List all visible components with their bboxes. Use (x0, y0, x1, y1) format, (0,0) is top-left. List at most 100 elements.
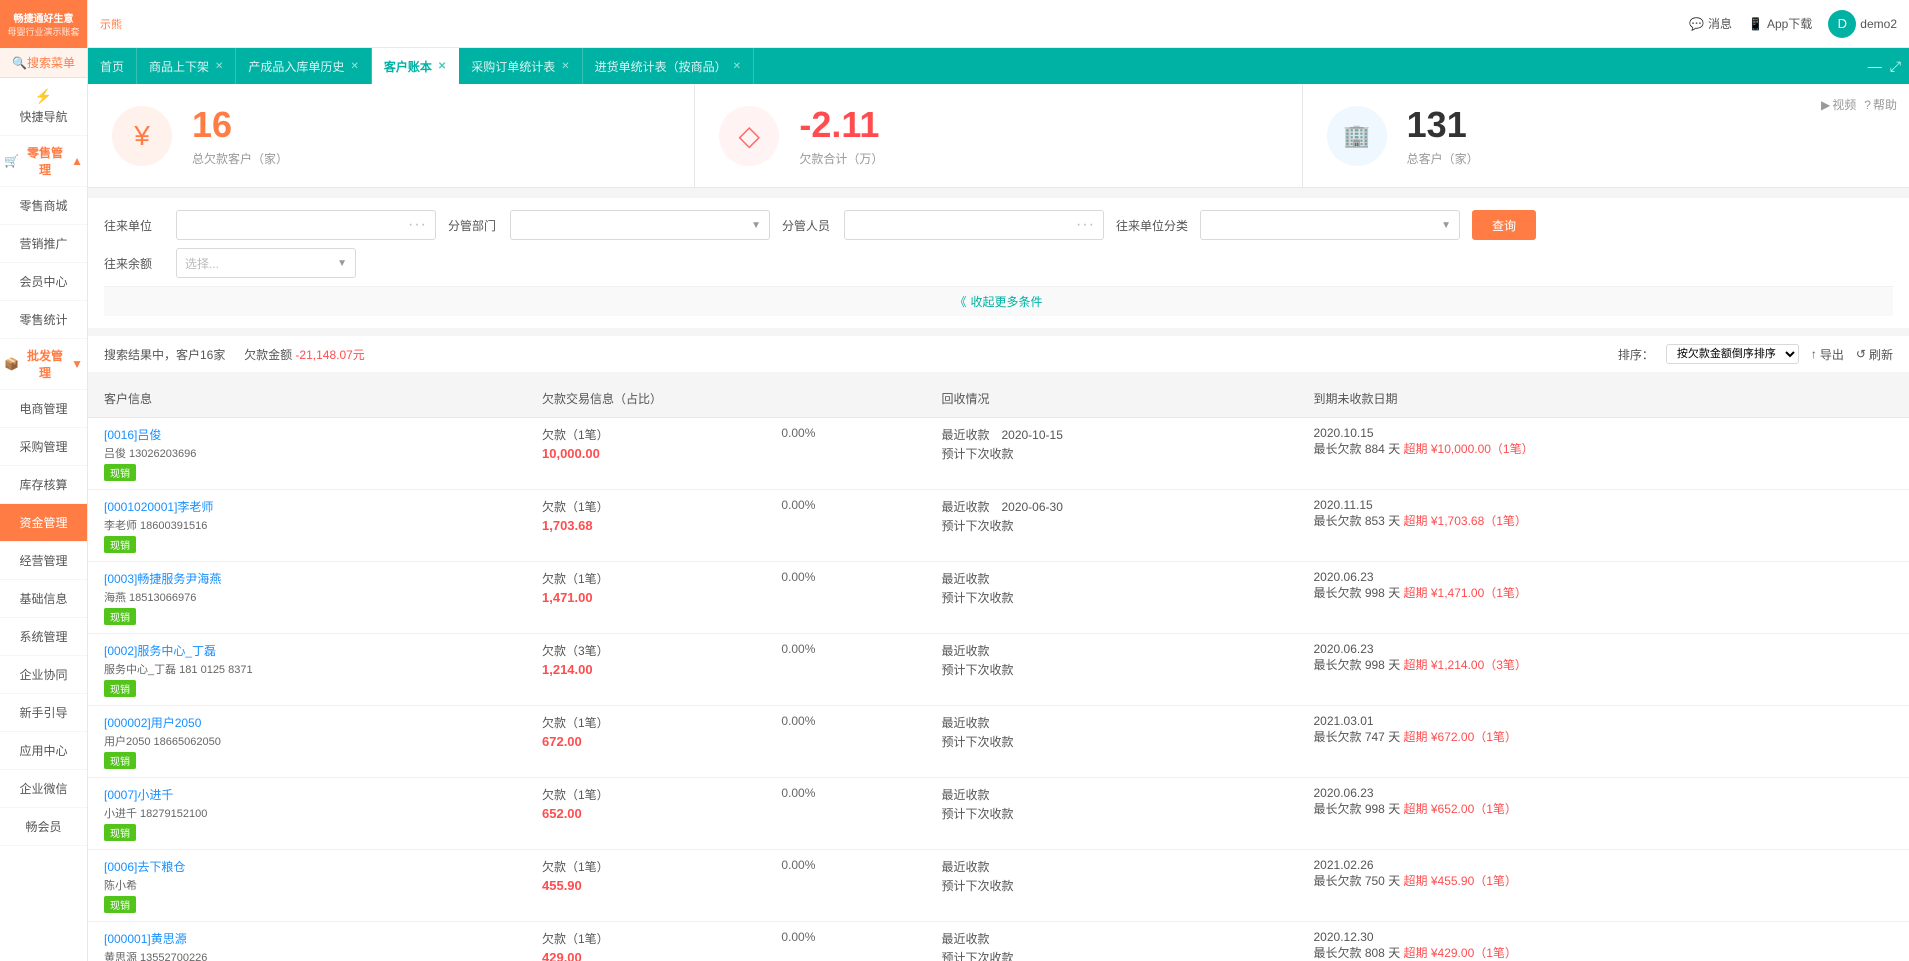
cell-recovery-6: 最近收款 预计下次收款 (925, 850, 1297, 922)
cell-debt-ratio-1: 0.00% (765, 490, 925, 562)
cell-recovery-2: 最近收款 预计下次收款 (925, 562, 1297, 634)
customer-name-3[interactable]: [0002]服务中心_丁磊 (104, 642, 510, 659)
recovery-recent-0: 最近收款 2020-10-15 (941, 426, 1281, 443)
debt-amount-5[interactable]: 652.00 (542, 806, 749, 821)
tab-collapse-btn[interactable]: — (1868, 58, 1882, 75)
customer-name-6[interactable]: [0006]去下粮仓 (104, 858, 510, 875)
debt-amount-7[interactable]: 429.00 (542, 950, 749, 961)
customer-name-4[interactable]: [000002]用户2050 (104, 714, 510, 731)
tab-purchase-stats[interactable]: 采购订单统计表 ✕ (459, 48, 582, 84)
overdue-date-2: 2020.06.23 (1314, 570, 1894, 584)
debt-amount-0[interactable]: 10,000.00 (542, 446, 749, 461)
sidebar-item-search[interactable]: 🔍 搜索菜单 (0, 48, 87, 78)
overdue-amount-4[interactable]: 超期 ¥672.00（1笔） (1404, 730, 1517, 744)
stat-total-customers-number: 131 (1407, 104, 1479, 146)
table-row: [0001020001]李老师 李老师 18600391516 现销 欠款（1笔… (88, 490, 1909, 562)
cell-debt-ratio-5: 0.00% (765, 778, 925, 850)
tab-incoming-stats[interactable]: 进货单统计表（按商品） ✕ (583, 48, 754, 84)
customer-name-1[interactable]: [0001020001]李老师 (104, 498, 510, 515)
sidebar-item-wecom[interactable]: 企业微信 (0, 770, 87, 808)
sidebar-item-member[interactable]: 会员中心 (0, 263, 87, 301)
unit-class-select[interactable]: ▼ (1200, 210, 1460, 240)
sidebar-item-purchase[interactable]: 采购管理 (0, 428, 87, 466)
sidebar-item-quick-nav[interactable]: ⚡ 快捷导航 (0, 78, 87, 136)
from-unit-label: 往来单位 (104, 217, 164, 234)
tab-product-publish-close[interactable]: ✕ (215, 61, 223, 72)
overdue-amount-6[interactable]: 超期 ¥455.90（1笔） (1404, 874, 1517, 888)
cell-overdue-3: 2020.06.23 最长欠款 998 天 超期 ¥1,214.00（3笔） (1298, 634, 1909, 706)
search-button[interactable]: 查询 (1472, 210, 1536, 240)
video-btn[interactable]: ▶视频 (1821, 96, 1856, 113)
customer-name-5[interactable]: [0007]小进千 (104, 786, 510, 803)
sidebar-item-marketing[interactable]: 营销推广 (0, 225, 87, 263)
overdue-days-3: 最长欠款 998 天 超期 ¥1,214.00（3笔） (1314, 656, 1894, 673)
customer-name-7[interactable]: [000001]黄思源 (104, 930, 510, 947)
debt-amount-1[interactable]: 1,703.68 (542, 518, 749, 533)
overdue-amount-2[interactable]: 超期 ¥1,471.00（1笔） (1404, 586, 1527, 600)
sidebar-item-guide[interactable]: 新手引导 (0, 694, 87, 732)
overdue-amount-0[interactable]: 超期 ¥10,000.00（1笔） (1404, 442, 1534, 456)
cell-recovery-5: 最近收款 预计下次收款 (925, 778, 1297, 850)
overdue-amount-5[interactable]: 超期 ¥652.00（1笔） (1404, 802, 1517, 816)
cell-recovery-3: 最近收款 预计下次收款 (925, 634, 1297, 706)
sidebar-item-wholesale-mgmt[interactable]: 📦 批发管理 ▼ (0, 339, 87, 390)
debt-count-7: 欠款（1笔） (542, 930, 749, 947)
tab-home[interactable]: 首页 (88, 48, 137, 84)
sidebar-item-operations[interactable]: 经营管理 (0, 542, 87, 580)
app-download-btn[interactable]: 📱 App下载 (1748, 15, 1812, 32)
debt-amount-2[interactable]: 1,471.00 (542, 590, 749, 605)
sidebar-item-basic-info[interactable]: 基础信息 (0, 580, 87, 618)
main-content: 示熊 💬 消息 📱 App下载 D demo2 首页 商品上下架 ✕ (88, 0, 1909, 961)
recovery-next-3: 预计下次收款 (941, 661, 1281, 678)
sidebar-item-retail-mgmt[interactable]: 🛒 零售管理 ▲ (0, 136, 87, 187)
customer-name-0[interactable]: [0016]吕俊 (104, 426, 510, 443)
customer-tag-5: 现销 (104, 824, 136, 841)
sidebar-item-retail-stats[interactable]: 零售统计 (0, 301, 87, 339)
balance-select[interactable]: 选择... ▼ (176, 248, 356, 278)
debt-amount-6[interactable]: 455.90 (542, 878, 749, 893)
collapse-label: 收起更多条件 (971, 293, 1043, 310)
basic-info-label: 基础信息 (19, 590, 67, 607)
dept-select[interactable]: ▼ (510, 210, 770, 240)
sidebar-item-inventory[interactable]: 库存核算 (0, 466, 87, 504)
sidebar-item-ecommerce[interactable]: 电商管理 (0, 390, 87, 428)
tab-expand-btn[interactable]: ⤢ (1890, 58, 1901, 75)
results-bar: 搜索结果中，客户16家 欠款金额 -21,148.07元 排序： 按欠款金额倒序… (88, 336, 1909, 372)
sidebar-item-retail-mall[interactable]: 零售商城 (0, 187, 87, 225)
help-btn[interactable]: ?帮助 (1864, 96, 1897, 113)
overdue-amount-7[interactable]: 超期 ¥429.00（1笔） (1404, 946, 1517, 960)
sort-select[interactable]: 按欠款金额倒序排序 (1666, 344, 1799, 364)
from-unit-input[interactable]: ··· (176, 210, 436, 240)
tab-production-history[interactable]: 产成品入库单历史 ✕ (236, 48, 371, 84)
overdue-days-5: 最长欠款 998 天 超期 ¥652.00（1笔） (1314, 800, 1894, 817)
topbar-brand: 示熊 (100, 16, 122, 32)
overdue-amount-3[interactable]: 超期 ¥1,214.00（3笔） (1404, 658, 1527, 672)
tab-production-history-close[interactable]: ✕ (350, 61, 358, 72)
tab-incoming-stats-close[interactable]: ✕ (733, 61, 741, 72)
debt-amount-3[interactable]: 1,214.00 (542, 662, 749, 677)
tab-customer-ledger-close[interactable]: ✕ (438, 61, 446, 72)
customer-name-2[interactable]: [0003]畅捷服务尹海燕 (104, 570, 510, 587)
tab-customer-ledger[interactable]: 客户账本 ✕ (372, 48, 459, 84)
sidebar-item-finance[interactable]: 资金管理 (0, 504, 87, 542)
person-input[interactable]: ··· (844, 210, 1104, 240)
customer-tag-0: 现销 (104, 464, 136, 481)
sidebar-item-collab[interactable]: 企业协同 (0, 656, 87, 694)
refresh-btn[interactable]: ↺ 刷新 (1856, 346, 1893, 363)
sidebar-item-system[interactable]: 系统管理 (0, 618, 87, 656)
collapse-btn[interactable]: 《 收起更多条件 (104, 286, 1893, 316)
cell-customer-info-4: [000002]用户2050 用户2050 18665062050 现销 (88, 706, 526, 778)
debt-amount-4[interactable]: 672.00 (542, 734, 749, 749)
export-btn[interactable]: ↑ 导出 (1811, 346, 1844, 363)
balance-placeholder: 选择... (185, 255, 219, 272)
sidebar-item-member-plus[interactable]: 畅会员 (0, 808, 87, 846)
tab-purchase-stats-close[interactable]: ✕ (561, 61, 569, 72)
cell-debt-count-1: 欠款（1笔） 1,703.68 (526, 490, 765, 562)
tab-product-publish[interactable]: 商品上下架 ✕ (137, 48, 236, 84)
sidebar-item-app-center[interactable]: 应用中心 (0, 732, 87, 770)
cell-debt-count-6: 欠款（1笔） 455.90 (526, 850, 765, 922)
message-btn[interactable]: 💬 消息 (1689, 15, 1732, 32)
user-avatar[interactable]: D demo2 (1828, 10, 1897, 38)
overdue-amount-1[interactable]: 超期 ¥1,703.68（1笔） (1404, 514, 1527, 528)
cell-debt-count-2: 欠款（1笔） 1,471.00 (526, 562, 765, 634)
